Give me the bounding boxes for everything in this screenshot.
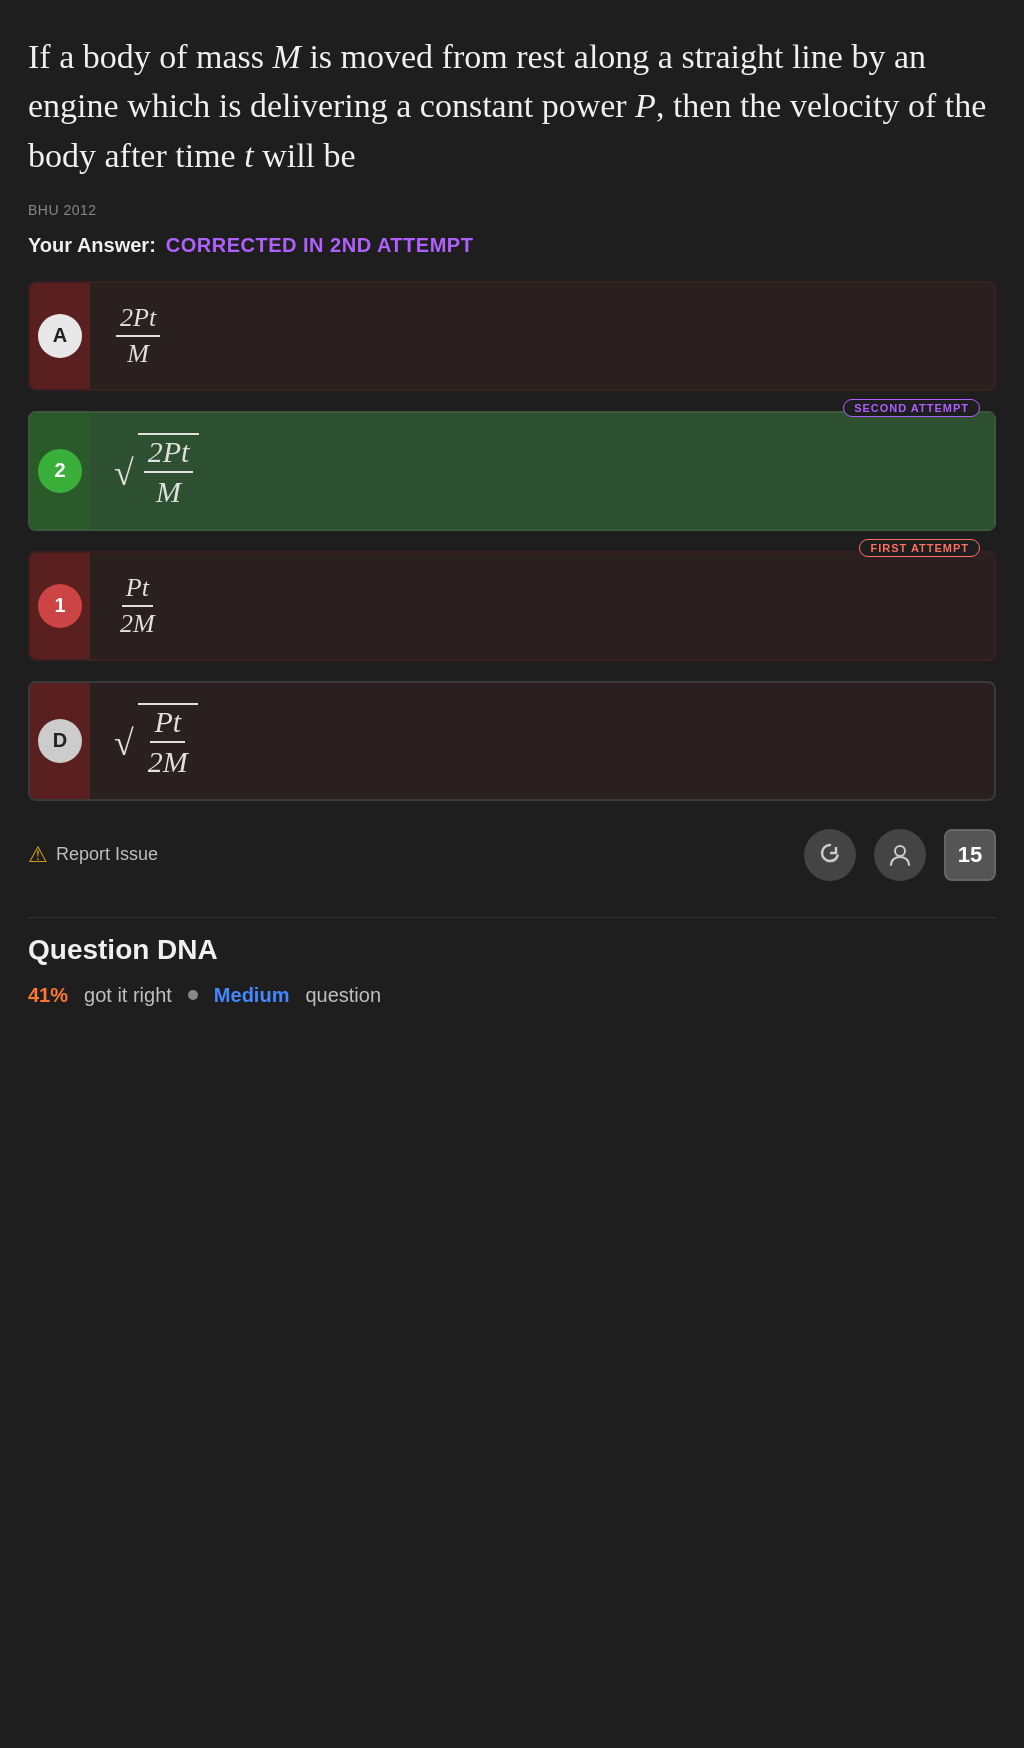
- option-wrapper-2: SECOND ATTEMPT 2 √ 2Pt M: [28, 411, 996, 531]
- answer-status: CORRECTED IN 2ND ATTEMPT: [166, 234, 474, 257]
- sqrt-d: √ Pt 2M: [114, 703, 198, 779]
- difficulty-label: Medium: [214, 984, 290, 1007]
- option-label-a: A: [38, 314, 82, 358]
- option-card-a[interactable]: A 2Pt M: [28, 281, 996, 391]
- second-attempt-badge: SECOND ATTEMPT: [843, 399, 980, 417]
- option-bar-2: 2: [30, 413, 90, 529]
- report-issue-button[interactable]: ⚠ Report Issue: [28, 842, 158, 868]
- report-issue-label: Report Issue: [56, 844, 158, 865]
- difficulty-suffix: question: [305, 984, 381, 1007]
- calendar-number: 15: [958, 842, 982, 868]
- question-text: If a body of mass M is moved from rest a…: [28, 32, 996, 180]
- question-dna-section: Question DNA 41% got it right Medium que…: [28, 934, 996, 1007]
- section-divider: [28, 917, 996, 918]
- page-container: If a body of mass M is moved from rest a…: [0, 0, 1024, 1047]
- dna-stats: 41% got it right Medium question: [28, 984, 996, 1007]
- option-wrapper-a: A 2Pt M: [28, 281, 996, 391]
- option-label-d: D: [38, 719, 82, 763]
- question-dna-title: Question DNA: [28, 934, 996, 966]
- option-card-1[interactable]: 1 Pt 2M: [28, 551, 996, 661]
- sqrt-2: √ 2Pt M: [114, 433, 199, 509]
- retry-icon[interactable]: [804, 829, 856, 881]
- bookmark-icon[interactable]: [874, 829, 926, 881]
- got-right-label: got it right: [84, 984, 172, 1007]
- option-bar-a: A: [30, 283, 90, 389]
- option-content-1: Pt 2M: [90, 553, 994, 659]
- option-card-d[interactable]: D √ Pt 2M: [28, 681, 996, 801]
- option-wrapper-1: FIRST ATTEMPT 1 Pt 2M: [28, 551, 996, 661]
- action-icons: 15: [804, 829, 996, 881]
- calendar-box[interactable]: 15: [944, 829, 996, 881]
- fraction-d: Pt 2M: [144, 705, 192, 779]
- footer-actions: ⚠ Report Issue 15: [28, 829, 996, 881]
- option-label-1: 1: [38, 584, 82, 628]
- warning-icon: ⚠: [28, 842, 48, 868]
- source-tag: BHU 2012: [28, 202, 996, 218]
- option-card-2[interactable]: 2 √ 2Pt M: [28, 411, 996, 531]
- option-content-a: 2Pt M: [90, 283, 994, 389]
- option-wrapper-d: D √ Pt 2M: [28, 681, 996, 801]
- svg-point-0: [895, 846, 905, 856]
- your-answer-label: Your Answer:: [28, 234, 156, 257]
- option-bar-1: 1: [30, 553, 90, 659]
- first-attempt-badge: FIRST ATTEMPT: [859, 539, 980, 557]
- option-content-2: √ 2Pt M: [90, 413, 994, 529]
- option-bar-d: D: [30, 683, 90, 799]
- percent-right: 41%: [28, 984, 68, 1007]
- dna-separator-dot: [188, 990, 198, 1000]
- your-answer-row: Your Answer: CORRECTED IN 2ND ATTEMPT: [28, 234, 996, 257]
- option-content-d: √ Pt 2M: [90, 683, 994, 799]
- option-label-2: 2: [38, 449, 82, 493]
- fraction-1: Pt 2M: [116, 573, 159, 639]
- fraction-a: 2Pt M: [116, 303, 160, 369]
- fraction-2: 2Pt M: [144, 435, 194, 509]
